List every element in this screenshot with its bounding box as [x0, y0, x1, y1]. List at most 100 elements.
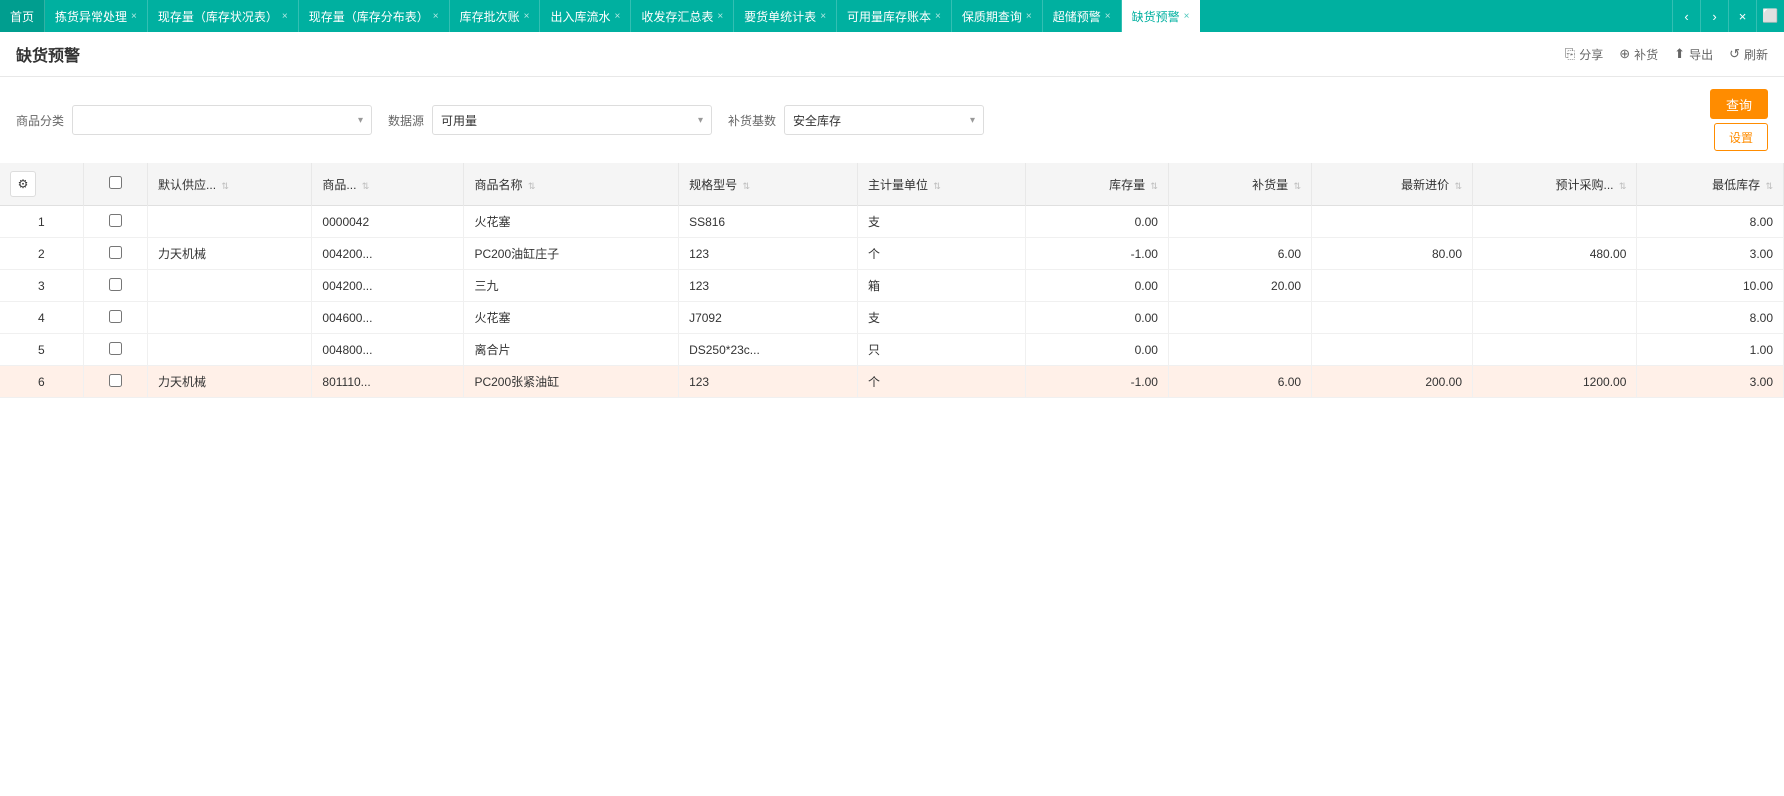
- select-all-checkbox[interactable]: [109, 176, 122, 189]
- cell-latest-price: 80.00: [1312, 238, 1473, 270]
- cell-spec: SS816: [679, 206, 858, 238]
- close-tab-icon[interactable]: ×: [131, 11, 137, 22]
- cell-goods-code: 0000042: [312, 206, 464, 238]
- nav-tab-jinggao[interactable]: 拣货异常处理 ×: [45, 0, 148, 32]
- cell-index: 3: [0, 270, 83, 302]
- cell-unit: 个: [857, 366, 1025, 398]
- th-replenish-qty: 补货量 ⇅: [1168, 163, 1311, 206]
- table-row: 1 0000042 火花塞 SS816 支 0.00 8.00: [0, 206, 1784, 238]
- nav-tab-baozhiqi-chaxun[interactable]: 保质期查询×: [952, 0, 1043, 32]
- cell-replenish-qty: [1168, 334, 1311, 366]
- settings-button[interactable]: 设置: [1714, 123, 1768, 151]
- table-row: 2 力天机械 004200... PC200油缸庄子 123 个 -1.00 6…: [0, 238, 1784, 270]
- close-tab-icon[interactable]: ×: [524, 11, 530, 22]
- nav-next-btn[interactable]: ›: [1700, 0, 1728, 32]
- nav-tab-label: 缺货预警: [1132, 8, 1180, 25]
- sort-goods-name-icon[interactable]: ⇅: [528, 181, 536, 191]
- close-tab-icon[interactable]: ×: [717, 11, 723, 22]
- top-nav: 首页拣货异常处理×现存量（库存状况表）×现存量（库存分布表）×库存批次账×出入库…: [0, 0, 1784, 32]
- replenish-basis-select[interactable]: 安全库存 ▾: [784, 105, 984, 135]
- close-tab-icon[interactable]: ×: [1026, 11, 1032, 22]
- cell-spec: DS250*23c...: [679, 334, 858, 366]
- nav-tab-yaohuo-tongji[interactable]: 要货单统计表×: [734, 0, 837, 32]
- nav-prev-btn[interactable]: ‹: [1672, 0, 1700, 32]
- cell-stock: 0.00: [1025, 206, 1168, 238]
- nav-tab-quehuo-yujing[interactable]: 缺货预警 ×: [1122, 0, 1201, 32]
- nav-tab-churuku[interactable]: 出入库流水 ×: [540, 0, 631, 32]
- refresh-button[interactable]: ↺ 刷新: [1729, 46, 1768, 63]
- sort-unit-icon[interactable]: ⇅: [933, 181, 941, 191]
- page-title: 缺货预警: [16, 42, 1565, 66]
- nav-tab-xianzun-status[interactable]: 现存量（库存状况表）×: [148, 0, 299, 32]
- cell-check: [83, 302, 147, 334]
- sort-min-stock-icon[interactable]: ⇅: [1765, 181, 1773, 191]
- cell-index: 5: [0, 334, 83, 366]
- cell-est-purchase: 480.00: [1473, 238, 1637, 270]
- gear-button[interactable]: ⚙: [10, 171, 36, 197]
- cell-supplier: [148, 270, 312, 302]
- row-checkbox[interactable]: [109, 278, 122, 291]
- nav-tab-home[interactable]: 首页: [0, 0, 45, 32]
- sort-spec-icon[interactable]: ⇅: [742, 181, 750, 191]
- close-tab-icon[interactable]: ×: [282, 11, 288, 22]
- filter-actions: 查询 设置: [1710, 89, 1768, 151]
- replenish-icon: ⊕: [1619, 46, 1630, 62]
- sort-est-purchase-icon[interactable]: ⇅: [1619, 181, 1627, 191]
- data-source-group: 数据源 可用量 ▾: [388, 105, 712, 135]
- cell-goods-name: PC200油缸庄子: [464, 238, 679, 270]
- cell-check: [83, 206, 147, 238]
- row-checkbox[interactable]: [109, 374, 122, 387]
- th-spec: 规格型号 ⇅: [679, 163, 858, 206]
- sort-goods-code-icon[interactable]: ⇅: [362, 181, 370, 191]
- gear-icon: ⚙: [18, 177, 29, 191]
- cell-check: [83, 366, 147, 398]
- data-source-select[interactable]: 可用量 ▾: [432, 105, 712, 135]
- cell-spec: 123: [679, 270, 858, 302]
- row-checkbox[interactable]: [109, 246, 122, 259]
- nav-tab-shoufa-huizong[interactable]: 收发存汇总表×: [631, 0, 734, 32]
- nav-tab-chaoe-yujing[interactable]: 超储预警×: [1043, 0, 1122, 32]
- nav-tab-label: 拣货异常处理: [55, 8, 127, 25]
- cell-est-purchase: 1200.00: [1473, 366, 1637, 398]
- nav-tab-label: 首页: [10, 8, 34, 25]
- close-tab-icon[interactable]: ×: [935, 11, 941, 22]
- th-unit: 主计量单位 ⇅: [857, 163, 1025, 206]
- nav-tab-kucun-batch[interactable]: 库存批次账 ×: [450, 0, 541, 32]
- sort-supplier-icon[interactable]: ⇅: [221, 181, 229, 191]
- cell-replenish-qty: 6.00: [1168, 366, 1311, 398]
- share-button[interactable]: ⎘ 分享: [1565, 46, 1603, 63]
- data-source-label: 数据源: [388, 112, 424, 129]
- nav-tab-keyong-liangben[interactable]: 可用量库存账本×: [837, 0, 952, 32]
- commodity-class-select[interactable]: ▾: [72, 105, 372, 135]
- row-checkbox[interactable]: [109, 342, 122, 355]
- replenish-button[interactable]: ⊕ 补货: [1619, 46, 1658, 63]
- row-checkbox[interactable]: [109, 214, 122, 227]
- close-tab-icon[interactable]: ×: [433, 11, 439, 22]
- export-button[interactable]: ⬆ 导出: [1674, 46, 1713, 63]
- close-tab-icon[interactable]: ×: [820, 11, 826, 22]
- sort-stock-icon[interactable]: ⇅: [1150, 181, 1158, 191]
- cell-goods-name: 火花塞: [464, 302, 679, 334]
- table-container: ⚙ 默认供应... ⇅ 商品... ⇅ 商品名称: [0, 163, 1784, 398]
- close-tab-icon[interactable]: ×: [1184, 11, 1190, 22]
- th-default-supplier-label: 默认供应...: [158, 178, 216, 192]
- nav-close-tab-btn[interactable]: ×: [1728, 0, 1756, 32]
- cell-replenish-qty: [1168, 302, 1311, 334]
- nav-maximize-btn[interactable]: ⬜: [1756, 0, 1784, 32]
- cell-replenish-qty: 20.00: [1168, 270, 1311, 302]
- sort-replenish-qty-icon[interactable]: ⇅: [1294, 181, 1302, 191]
- th-min-stock-label: 最低库存: [1712, 178, 1760, 192]
- nav-tab-label: 库存批次账: [460, 8, 520, 25]
- close-tab-icon[interactable]: ×: [614, 11, 620, 22]
- cell-index: 4: [0, 302, 83, 334]
- close-tab-icon[interactable]: ×: [1105, 11, 1111, 22]
- nav-tab-label: 出入库流水: [550, 8, 610, 25]
- table-row: 3 004200... 三九 123 箱 0.00 20.00 10.00: [0, 270, 1784, 302]
- cell-supplier: [148, 302, 312, 334]
- query-button[interactable]: 查询: [1710, 89, 1768, 119]
- sort-latest-price-icon[interactable]: ⇅: [1454, 181, 1462, 191]
- nav-tab-xianzun-dist[interactable]: 现存量（库存分布表）×: [299, 0, 450, 32]
- th-latest-price: 最新进价 ⇅: [1312, 163, 1473, 206]
- row-checkbox[interactable]: [109, 310, 122, 323]
- filter-bar: 商品分类 ▾ 数据源 可用量 ▾ 补货基数 安全库存 ▾ 查询 设置: [0, 77, 1784, 163]
